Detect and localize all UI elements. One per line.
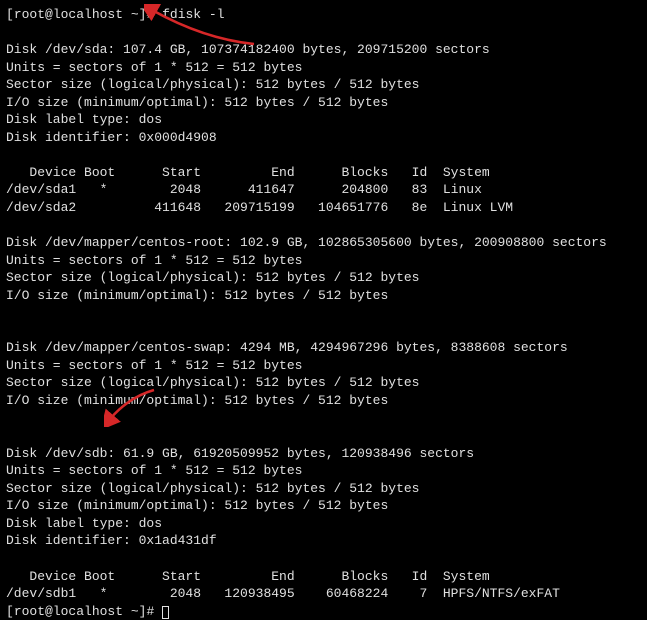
disk-sector: Sector size (logical/physical): 512 byte…	[6, 269, 641, 287]
disk-header: Disk /dev/mapper/centos-root: 102.9 GB, …	[6, 234, 641, 252]
terminal-output[interactable]: [root@localhost ~]# fdisk -l Disk /dev/s…	[6, 6, 641, 620]
disk-identifier: Disk identifier: 0x1ad431df	[6, 532, 641, 550]
prompt-user: root@localhost	[14, 604, 123, 619]
prompt-char: #	[146, 604, 154, 619]
disk-header: Disk /dev/sda: 107.4 GB, 107374182400 by…	[6, 41, 641, 59]
blank-line	[6, 410, 641, 428]
blank-line	[6, 304, 641, 322]
partition-row: /dev/sdb1 * 2048 120938495 60468224 7 HP…	[6, 585, 641, 603]
prompt-char: #	[146, 7, 154, 22]
disk-sector: Sector size (logical/physical): 512 byte…	[6, 76, 641, 94]
disk-sector: Sector size (logical/physical): 512 byte…	[6, 480, 641, 498]
disk-io: I/O size (minimum/optimal): 512 bytes / …	[6, 94, 641, 112]
prompt-line: [root@localhost ~]# fdisk -l	[6, 6, 641, 24]
disk-units: Units = sectors of 1 * 512 = 512 bytes	[6, 462, 641, 480]
prompt-user: root@localhost	[14, 7, 123, 22]
partition-table-header: Device Boot Start End Blocks Id System	[6, 568, 641, 586]
disk-io: I/O size (minimum/optimal): 512 bytes / …	[6, 392, 641, 410]
disk-label: Disk label type: dos	[6, 515, 641, 533]
partition-row: /dev/sda2 411648 209715199 104651776 8e …	[6, 199, 641, 217]
prompt-path: ~	[131, 604, 139, 619]
cursor	[162, 606, 169, 619]
disk-sector: Sector size (logical/physical): 512 byte…	[6, 374, 641, 392]
partition-row: /dev/sda1 * 2048 411647 204800 83 Linux	[6, 181, 641, 199]
disk-identifier: Disk identifier: 0x000d4908	[6, 129, 641, 147]
blank-line	[6, 550, 641, 568]
prompt-path: ~	[131, 7, 139, 22]
disk-header: Disk /dev/mapper/centos-swap: 4294 MB, 4…	[6, 339, 641, 357]
blank-line	[6, 217, 641, 235]
blank-line	[6, 322, 641, 340]
blank-line	[6, 427, 641, 445]
partition-table-header: Device Boot Start End Blocks Id System	[6, 164, 641, 182]
disk-units: Units = sectors of 1 * 512 = 512 bytes	[6, 59, 641, 77]
disk-io: I/O size (minimum/optimal): 512 bytes / …	[6, 497, 641, 515]
disk-units: Units = sectors of 1 * 512 = 512 bytes	[6, 357, 641, 375]
disk-header: Disk /dev/sdb: 61.9 GB, 61920509952 byte…	[6, 445, 641, 463]
command-text: fdisk -l	[162, 7, 224, 22]
disk-io: I/O size (minimum/optimal): 512 bytes / …	[6, 287, 641, 305]
prompt-line: [root@localhost ~]#	[6, 603, 641, 620]
disk-label: Disk label type: dos	[6, 111, 641, 129]
blank-line	[6, 24, 641, 42]
blank-line	[6, 146, 641, 164]
disk-units: Units = sectors of 1 * 512 = 512 bytes	[6, 252, 641, 270]
